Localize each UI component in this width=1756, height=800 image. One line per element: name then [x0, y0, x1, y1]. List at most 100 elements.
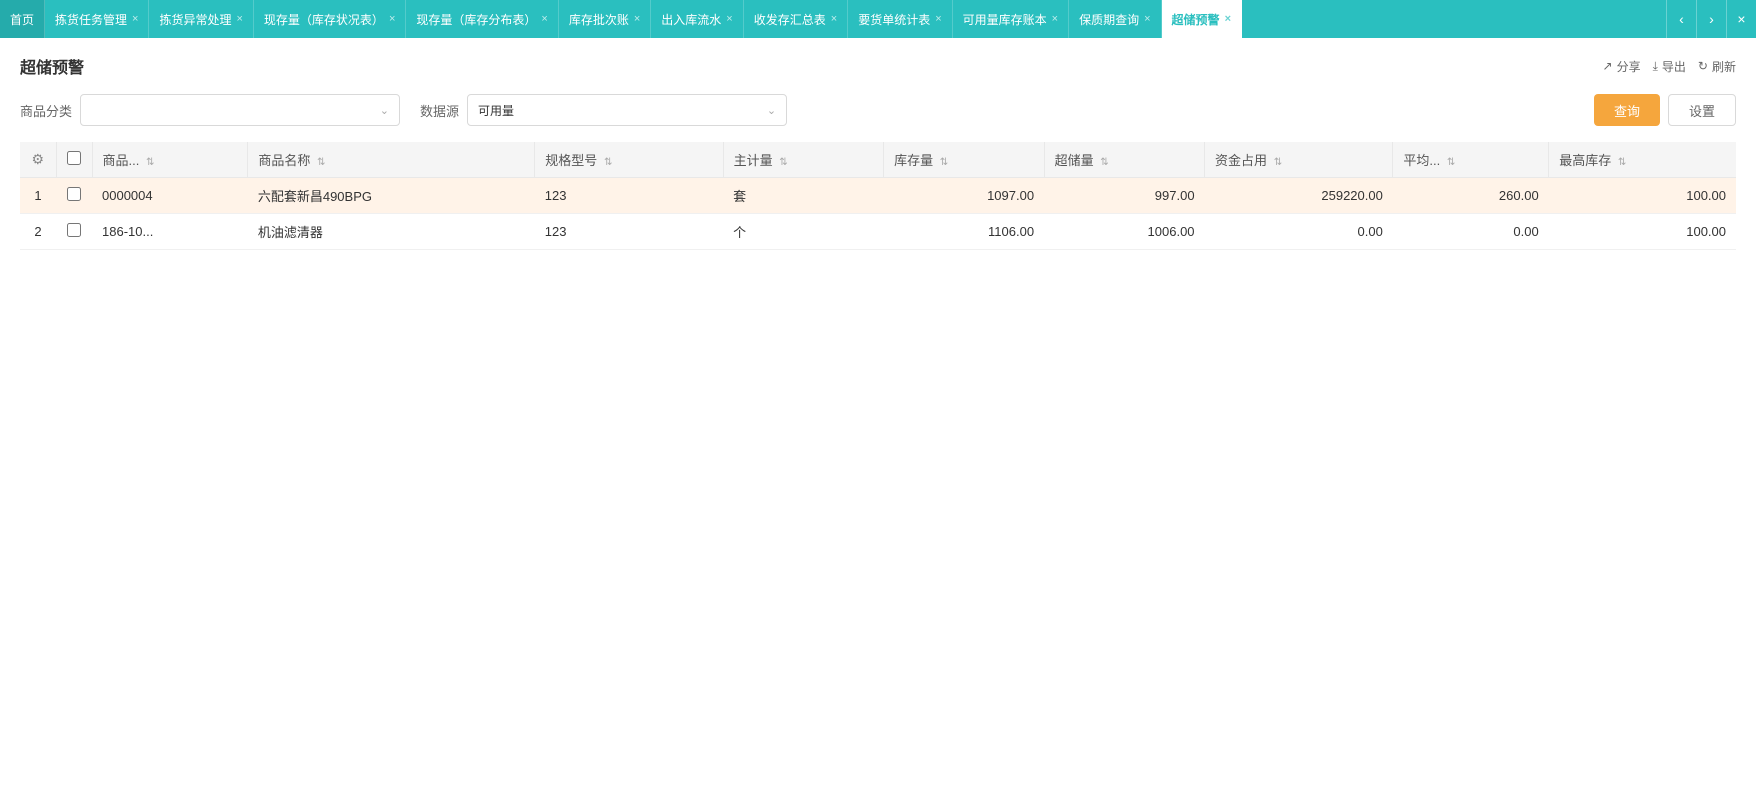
nav-item-7[interactable]: 收发存汇总表 ×: [744, 0, 848, 38]
td-over-stock-1: 997.00: [1044, 178, 1204, 214]
nav-item-2[interactable]: 拣货异常处理 ×: [149, 0, 253, 38]
sort-icon-product-code: ⇅: [146, 157, 154, 168]
nav-close-arrow[interactable]: ×: [1726, 0, 1756, 38]
nav-close-3[interactable]: ×: [389, 13, 395, 25]
nav-close-5[interactable]: ×: [634, 13, 640, 25]
th-capital-usage[interactable]: 资金占用 ⇅: [1205, 142, 1393, 178]
nav-item-3[interactable]: 现存量（库存状况表） ×: [254, 0, 406, 38]
nav-close-11[interactable]: ×: [1225, 13, 1231, 25]
nav-label-4: 现存量（库存分布表）: [416, 11, 536, 28]
sort-icon-capital-usage: ⇅: [1274, 157, 1282, 168]
td-stock-1: 1097.00: [884, 178, 1044, 214]
td-unit-1: 套: [723, 178, 883, 214]
th-gear: ⚙: [20, 142, 56, 178]
th-over-stock[interactable]: 超储量 ⇅: [1044, 142, 1204, 178]
th-max-stock[interactable]: 最高库存 ⇅: [1549, 142, 1736, 178]
td-spec-1: 123: [535, 178, 723, 214]
td-checkbox-1: [56, 178, 92, 214]
datasource-label: 数据源: [420, 101, 459, 120]
nav-label-8: 要货单统计表: [858, 11, 930, 28]
th-product-name[interactable]: 商品名称 ⇅: [248, 142, 535, 178]
th-unit[interactable]: 主计量 ⇅: [723, 142, 883, 178]
td-unit-2: 个: [723, 214, 883, 250]
header-row: ⚙ 商品... ⇅ 商品名称 ⇅ 规格型号 ⇅ 主计量: [20, 142, 1736, 178]
nav-label-5: 库存批次账: [569, 11, 629, 28]
sort-icon-unit: ⇅: [779, 157, 787, 168]
nav-close-9[interactable]: ×: [1052, 13, 1058, 25]
data-table: ⚙ 商品... ⇅ 商品名称 ⇅ 规格型号 ⇅ 主计量: [20, 142, 1736, 250]
sort-icon-spec: ⇅: [604, 157, 612, 168]
table-row: 2 186-10... 机油滤清器 123 个 1106.00 1006.00 …: [20, 214, 1736, 250]
nav-label-7: 收发存汇总表: [754, 11, 826, 28]
nav-item-8[interactable]: 要货单统计表 ×: [848, 0, 952, 38]
nav-label-home: 首页: [10, 11, 34, 28]
th-spec[interactable]: 规格型号 ⇅: [535, 142, 723, 178]
refresh-label: 刷新: [1712, 58, 1736, 75]
category-label: 商品分类: [20, 101, 72, 120]
nav-close-1[interactable]: ×: [132, 13, 138, 25]
title-actions: ↗ 分享 ⤓ 导出 ↻ 刷新: [1603, 58, 1736, 75]
nav-label-6: 出入库流水: [661, 11, 721, 28]
nav-close-6[interactable]: ×: [726, 13, 732, 25]
nav-label-10: 保质期查询: [1079, 11, 1139, 28]
table-header: ⚙ 商品... ⇅ 商品名称 ⇅ 规格型号 ⇅ 主计量: [20, 142, 1736, 178]
nav-close-7[interactable]: ×: [831, 13, 837, 25]
nav-close-2[interactable]: ×: [236, 13, 242, 25]
nav-item-5[interactable]: 库存批次账 ×: [559, 0, 651, 38]
td-over-stock-2: 1006.00: [1044, 214, 1204, 250]
datasource-chevron-icon: ⌄: [767, 104, 776, 117]
td-capital-usage-1: 259220.00: [1205, 178, 1393, 214]
sort-icon-product-name: ⇅: [317, 157, 325, 168]
nav-item-6[interactable]: 出入库流水 ×: [651, 0, 743, 38]
row-checkbox-2[interactable]: [67, 223, 81, 237]
th-label-stock: 库存量: [894, 153, 933, 168]
th-label-max-stock: 最高库存: [1559, 153, 1611, 168]
nav-label-11: 超储预警: [1172, 11, 1220, 28]
nav-item-11[interactable]: 超储预警 ×: [1162, 0, 1242, 38]
share-label: 分享: [1617, 58, 1641, 75]
nav-prev-arrow[interactable]: ‹: [1666, 0, 1696, 38]
nav-item-9[interactable]: 可用量库存账本 ×: [953, 0, 1069, 38]
sort-icon-stock: ⇅: [940, 157, 948, 168]
page-content: 超储预警 ↗ 分享 ⤓ 导出 ↻ 刷新 商品分类 ⌄ 数据源: [0, 38, 1756, 266]
header-checkbox[interactable]: [67, 151, 81, 165]
row-checkbox-1[interactable]: [67, 187, 81, 201]
category-select[interactable]: ⌄: [80, 94, 400, 126]
td-spec-2: 123: [535, 214, 723, 250]
nav-label-2: 拣货异常处理: [159, 11, 231, 28]
nav-item-1[interactable]: 拣货任务管理 ×: [45, 0, 149, 38]
table-row: 1 0000004 六配套新昌490BPG 123 套 1097.00 997.…: [20, 178, 1736, 214]
row-number-1: 1: [34, 188, 41, 203]
share-button[interactable]: ↗ 分享: [1603, 58, 1641, 75]
datasource-select[interactable]: 可用量 ⌄: [467, 94, 787, 126]
refresh-button[interactable]: ↻ 刷新: [1698, 58, 1736, 75]
th-product-code[interactable]: 商品... ⇅: [92, 142, 248, 178]
nav-close-10[interactable]: ×: [1144, 13, 1150, 25]
nav-next-arrow[interactable]: ›: [1696, 0, 1726, 38]
settings-button[interactable]: 设置: [1668, 94, 1736, 126]
export-label: 导出: [1662, 58, 1686, 75]
nav-close-4[interactable]: ×: [541, 13, 547, 25]
nav-item-10[interactable]: 保质期查询 ×: [1069, 0, 1161, 38]
page-title-row: 超储预警 ↗ 分享 ⤓ 导出 ↻ 刷新: [20, 54, 1736, 78]
td-max-stock-2: 100.00: [1549, 214, 1736, 250]
th-avg-price[interactable]: 平均... ⇅: [1393, 142, 1549, 178]
nav-close-8[interactable]: ×: [935, 13, 941, 25]
nav-item-home[interactable]: 首页: [0, 0, 45, 38]
th-label-spec: 规格型号: [545, 153, 597, 168]
filter-datasource: 数据源 可用量 ⌄: [420, 94, 787, 126]
category-chevron-icon: ⌄: [380, 104, 389, 117]
td-max-stock-1: 100.00: [1549, 178, 1736, 214]
th-stock[interactable]: 库存量 ⇅: [884, 142, 1044, 178]
nav-item-4[interactable]: 现存量（库存分布表） ×: [406, 0, 558, 38]
query-button[interactable]: 查询: [1594, 94, 1660, 126]
th-label-product-name: 商品名称: [258, 153, 310, 168]
refresh-icon: ↻: [1698, 59, 1708, 73]
nav-arrows: ‹ › ×: [1666, 0, 1756, 38]
sort-icon-max-stock: ⇅: [1618, 157, 1626, 168]
export-button[interactable]: ⤓ 导出: [1653, 58, 1686, 75]
page-title: 超储预警: [20, 54, 84, 78]
gear-icon[interactable]: ⚙: [31, 151, 44, 167]
filter-actions: 查询 设置: [1594, 94, 1736, 126]
td-product-code-1: 0000004: [92, 178, 248, 214]
